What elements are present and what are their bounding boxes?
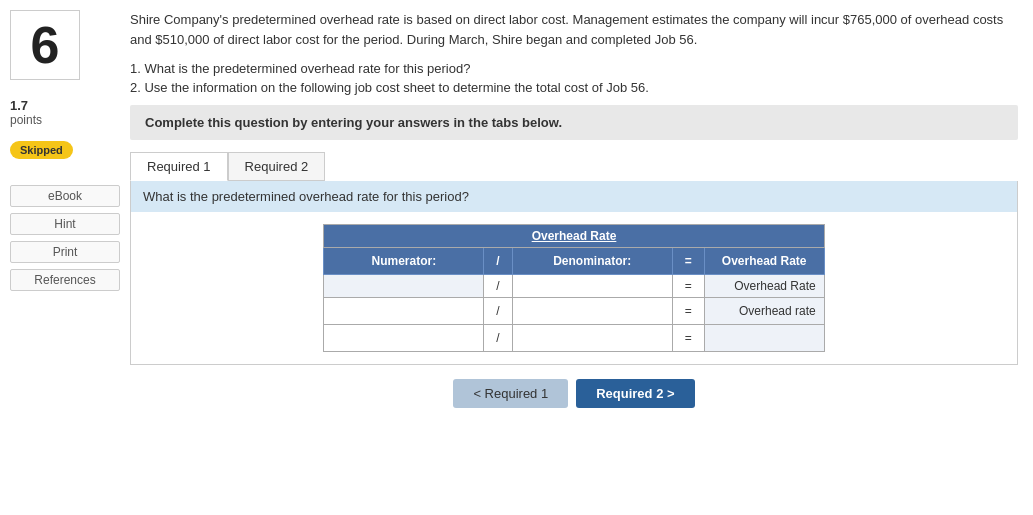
table-title: Overhead Rate (324, 225, 824, 248)
row-header-denominator (512, 275, 672, 298)
row-header-equals: = (672, 275, 704, 298)
tab-required2[interactable]: Required 2 (228, 152, 326, 181)
instruction-1: 1. What is the predetermined overhead ra… (130, 61, 1018, 76)
overhead-rate-table: Overhead Rate Numerator: / Denominator: … (323, 224, 824, 352)
points-value: 1.7 (10, 98, 120, 113)
next-button[interactable]: Required 2 > (576, 379, 694, 408)
references-link[interactable]: References (10, 269, 120, 291)
col-result-header: Overhead Rate (704, 248, 824, 275)
required1-header: What is the predetermined overhead rate … (131, 181, 1017, 212)
col-denominator-header: Denominator: (512, 248, 672, 275)
ebook-link[interactable]: eBook (10, 185, 120, 207)
question-body: Shire Company's predetermined overhead r… (130, 10, 1018, 49)
col-numerator-header: Numerator: (324, 248, 484, 275)
status-badge: Skipped (10, 141, 73, 159)
row-header-result: Overhead Rate (704, 275, 824, 298)
row1-numerator-input[interactable] (332, 302, 475, 320)
table-row-1: / = Overhead rate (324, 298, 824, 325)
table-row-header: / = Overhead Rate (324, 275, 824, 298)
col-equals-header: = (672, 248, 704, 275)
navigation-buttons: < Required 1 Required 2 > (130, 365, 1018, 416)
print-link[interactable]: Print (10, 241, 120, 263)
row2-denominator-input[interactable] (521, 329, 664, 347)
row2-slash: / (484, 325, 512, 352)
row1-equals: = (672, 298, 704, 325)
row1-slash: / (484, 298, 512, 325)
row2-numerator-cell[interactable] (324, 325, 484, 352)
table-row-2: / = (324, 325, 824, 352)
row-header-numerator (324, 275, 484, 298)
row2-denominator-cell[interactable] (512, 325, 672, 352)
row2-numerator-input[interactable] (332, 329, 475, 347)
col-slash-header: / (484, 248, 512, 275)
points-label: points (10, 113, 120, 127)
row-header-slash: / (484, 275, 512, 298)
prev-button[interactable]: < Required 1 (453, 379, 568, 408)
row1-denominator-input[interactable] (521, 302, 664, 320)
instruction-2: 2. Use the information on the following … (130, 80, 1018, 95)
complete-box: Complete this question by entering your … (130, 105, 1018, 140)
row1-denominator-cell[interactable] (512, 298, 672, 325)
question-number: 6 (10, 10, 80, 80)
row1-numerator-cell[interactable] (324, 298, 484, 325)
tab-content: What is the predetermined overhead rate … (130, 181, 1018, 365)
hint-link[interactable]: Hint (10, 213, 120, 235)
row2-result (704, 325, 824, 352)
tab-required1[interactable]: Required 1 (130, 152, 228, 181)
row1-result: Overhead rate (704, 298, 824, 325)
row2-equals: = (672, 325, 704, 352)
